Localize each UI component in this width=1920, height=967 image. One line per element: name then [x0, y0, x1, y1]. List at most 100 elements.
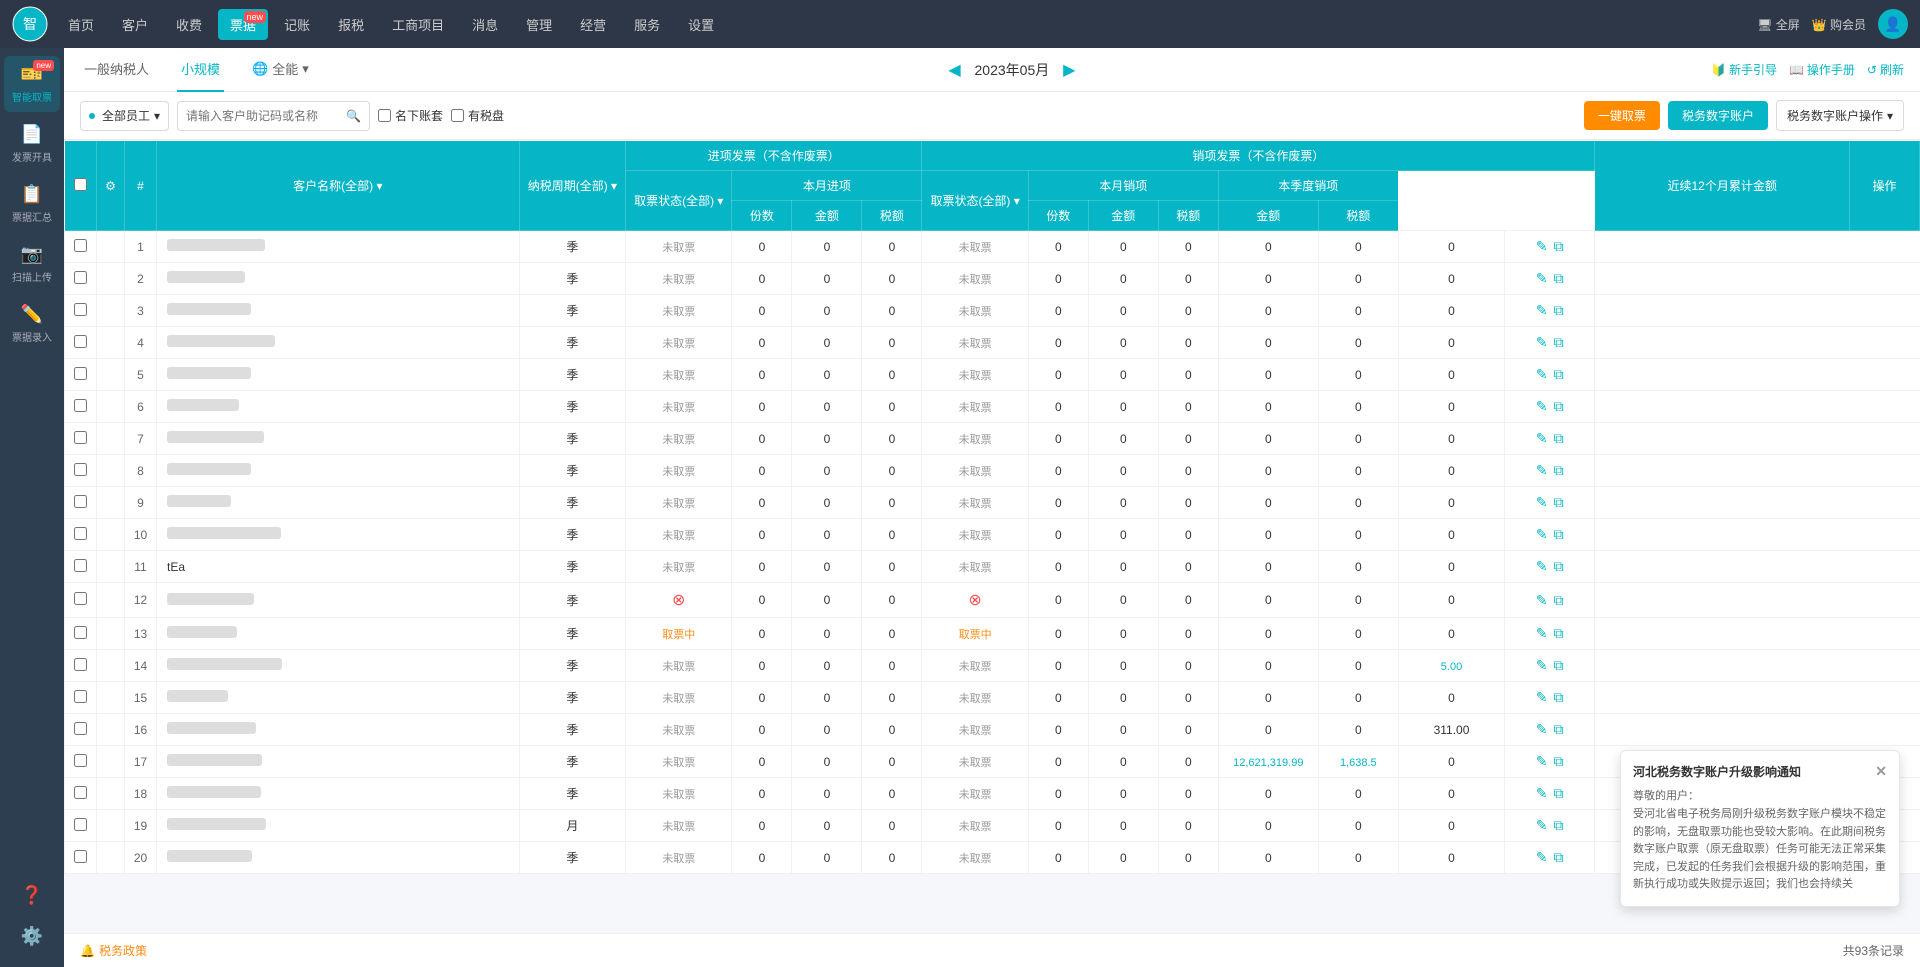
cell-customer-name[interactable] — [157, 359, 520, 391]
date-next-btn[interactable]: ▶ — [1057, 58, 1081, 82]
avatar[interactable]: 👤 — [1878, 9, 1908, 39]
edit-icon[interactable]: ✎ — [1536, 817, 1548, 834]
row-checkbox[interactable] — [74, 592, 87, 605]
row-checkbox[interactable] — [74, 626, 87, 639]
nav-tax[interactable]: 报税 — [326, 9, 376, 40]
nav-business[interactable]: 工商项目 — [380, 9, 456, 40]
nav-settings[interactable]: 设置 — [676, 9, 726, 40]
cell-checkbox[interactable] — [65, 842, 97, 874]
copy-icon[interactable]: ⧉ — [1554, 366, 1564, 383]
copy-icon[interactable]: ⧉ — [1554, 238, 1564, 255]
th-in-fetch-status[interactable]: 取票状态(全部) ▾ — [626, 171, 732, 231]
nav-accounting[interactable]: 记账 — [272, 9, 322, 40]
edit-icon[interactable]: ✎ — [1536, 334, 1548, 351]
sidebar-item-invoice-issue[interactable]: 📄 发票开具 — [4, 116, 60, 172]
search-icon[interactable]: 🔍 — [346, 109, 361, 123]
cell-checkbox[interactable] — [65, 551, 97, 583]
row-checkbox[interactable] — [74, 754, 87, 767]
cell-checkbox[interactable] — [65, 295, 97, 327]
copy-icon[interactable]: ⧉ — [1554, 430, 1564, 447]
copy-icon[interactable]: ⧉ — [1554, 270, 1564, 287]
cell-checkbox[interactable] — [65, 682, 97, 714]
cell-customer-name[interactable] — [157, 263, 520, 295]
cell-checkbox[interactable] — [65, 519, 97, 551]
account-filter-checkbox[interactable]: 名下账套 — [378, 107, 443, 124]
row-checkbox[interactable] — [74, 722, 87, 735]
cell-customer-name[interactable] — [157, 487, 520, 519]
sidebar-help[interactable]: ❓ — [4, 877, 60, 914]
edit-icon[interactable]: ✎ — [1536, 494, 1548, 511]
member-btn[interactable]: 👑 购会员 — [1812, 16, 1866, 33]
nav-fee[interactable]: 收费 — [164, 9, 214, 40]
edit-icon[interactable]: ✎ — [1536, 430, 1548, 447]
account-checkbox-input[interactable] — [378, 109, 391, 122]
row-checkbox[interactable] — [74, 463, 87, 476]
cell-customer-name[interactable] — [157, 650, 520, 682]
fullscreen-btn[interactable]: 🖥 全屏 — [1757, 16, 1800, 33]
copy-icon[interactable]: ⧉ — [1554, 334, 1564, 351]
tab-general-taxpayer[interactable]: 一般纳税人 — [80, 48, 153, 92]
cell-customer-name[interactable] — [157, 327, 520, 359]
cell-customer-name[interactable] — [157, 714, 520, 746]
row-checkbox[interactable] — [74, 690, 87, 703]
copy-icon[interactable]: ⧉ — [1554, 721, 1564, 738]
nav-ticket[interactable]: 票据 new — [218, 9, 268, 40]
row-checkbox[interactable] — [74, 559, 87, 572]
cell-checkbox[interactable] — [65, 778, 97, 810]
copy-icon[interactable]: ⧉ — [1554, 494, 1564, 511]
edit-icon[interactable]: ✎ — [1536, 238, 1548, 255]
sidebar-settings[interactable]: ⚙️ — [4, 918, 60, 955]
tax-disk-checkbox-input[interactable] — [451, 109, 464, 122]
copy-icon[interactable]: ⧉ — [1554, 462, 1564, 479]
cell-checkbox[interactable] — [65, 618, 97, 650]
th-out-fetch-status[interactable]: 取票状态(全部) ▾ — [922, 171, 1028, 231]
cell-customer-name[interactable] — [157, 682, 520, 714]
digital-account-btn[interactable]: 税务数字账户 — [1668, 101, 1768, 130]
nav-message[interactable]: 消息 — [460, 9, 510, 40]
cell-checkbox[interactable] — [65, 746, 97, 778]
edit-icon[interactable]: ✎ — [1536, 785, 1548, 802]
cell-checkbox[interactable] — [65, 423, 97, 455]
cell-customer-name[interactable] — [157, 583, 520, 618]
row-checkbox[interactable] — [74, 495, 87, 508]
th-customer-name[interactable]: 客户名称(全部) ▾ — [157, 141, 520, 231]
cell-customer-name[interactable] — [157, 618, 520, 650]
tax-disk-filter-checkbox[interactable]: 有税盘 — [451, 107, 504, 124]
cell-checkbox[interactable] — [65, 231, 97, 263]
sidebar-item-scan-upload[interactable]: 📷 扫描上传 — [4, 236, 60, 292]
edit-icon[interactable]: ✎ — [1536, 366, 1548, 383]
copy-icon[interactable]: ⧉ — [1554, 625, 1564, 642]
row-checkbox[interactable] — [74, 658, 87, 671]
edit-icon[interactable]: ✎ — [1536, 753, 1548, 770]
row-checkbox[interactable] — [74, 367, 87, 380]
cell-customer-name[interactable] — [157, 778, 520, 810]
row-checkbox[interactable] — [74, 527, 87, 540]
copy-icon[interactable]: ⧉ — [1554, 398, 1564, 415]
row-checkbox[interactable] — [74, 431, 87, 444]
edit-icon[interactable]: ✎ — [1536, 302, 1548, 319]
th-tax-period[interactable]: 纳税周期(全部) ▾ — [519, 141, 625, 231]
cell-customer-name[interactable] — [157, 746, 520, 778]
cell-customer-name[interactable] — [157, 423, 520, 455]
sidebar-item-ticket-entry[interactable]: ✏️ 票据录入 — [4, 296, 60, 352]
cell-checkbox[interactable] — [65, 327, 97, 359]
cell-checkbox[interactable] — [65, 455, 97, 487]
nav-home[interactable]: 首页 — [56, 9, 106, 40]
copy-icon[interactable]: ⧉ — [1554, 785, 1564, 802]
app-logo[interactable]: 智 — [12, 6, 48, 42]
edit-icon[interactable]: ✎ — [1536, 558, 1548, 575]
cell-customer-name[interactable] — [157, 842, 520, 874]
cell-customer-name[interactable] — [157, 391, 520, 423]
row-checkbox[interactable] — [74, 271, 87, 284]
edit-icon[interactable]: ✎ — [1536, 689, 1548, 706]
copy-icon[interactable]: ⧉ — [1554, 817, 1564, 834]
cell-checkbox[interactable] — [65, 391, 97, 423]
row-checkbox[interactable] — [74, 239, 87, 252]
digital-account-op-btn[interactable]: 税务数字账户操作 ▾ — [1776, 100, 1904, 131]
new-guide-btn[interactable]: 🔰 新手引导 — [1711, 61, 1777, 78]
edit-icon[interactable]: ✎ — [1536, 849, 1548, 866]
edit-icon[interactable]: ✎ — [1536, 398, 1548, 415]
edit-icon[interactable]: ✎ — [1536, 270, 1548, 287]
nav-service[interactable]: 服务 — [622, 9, 672, 40]
tab-small-scale[interactable]: 小规模 — [177, 48, 224, 92]
